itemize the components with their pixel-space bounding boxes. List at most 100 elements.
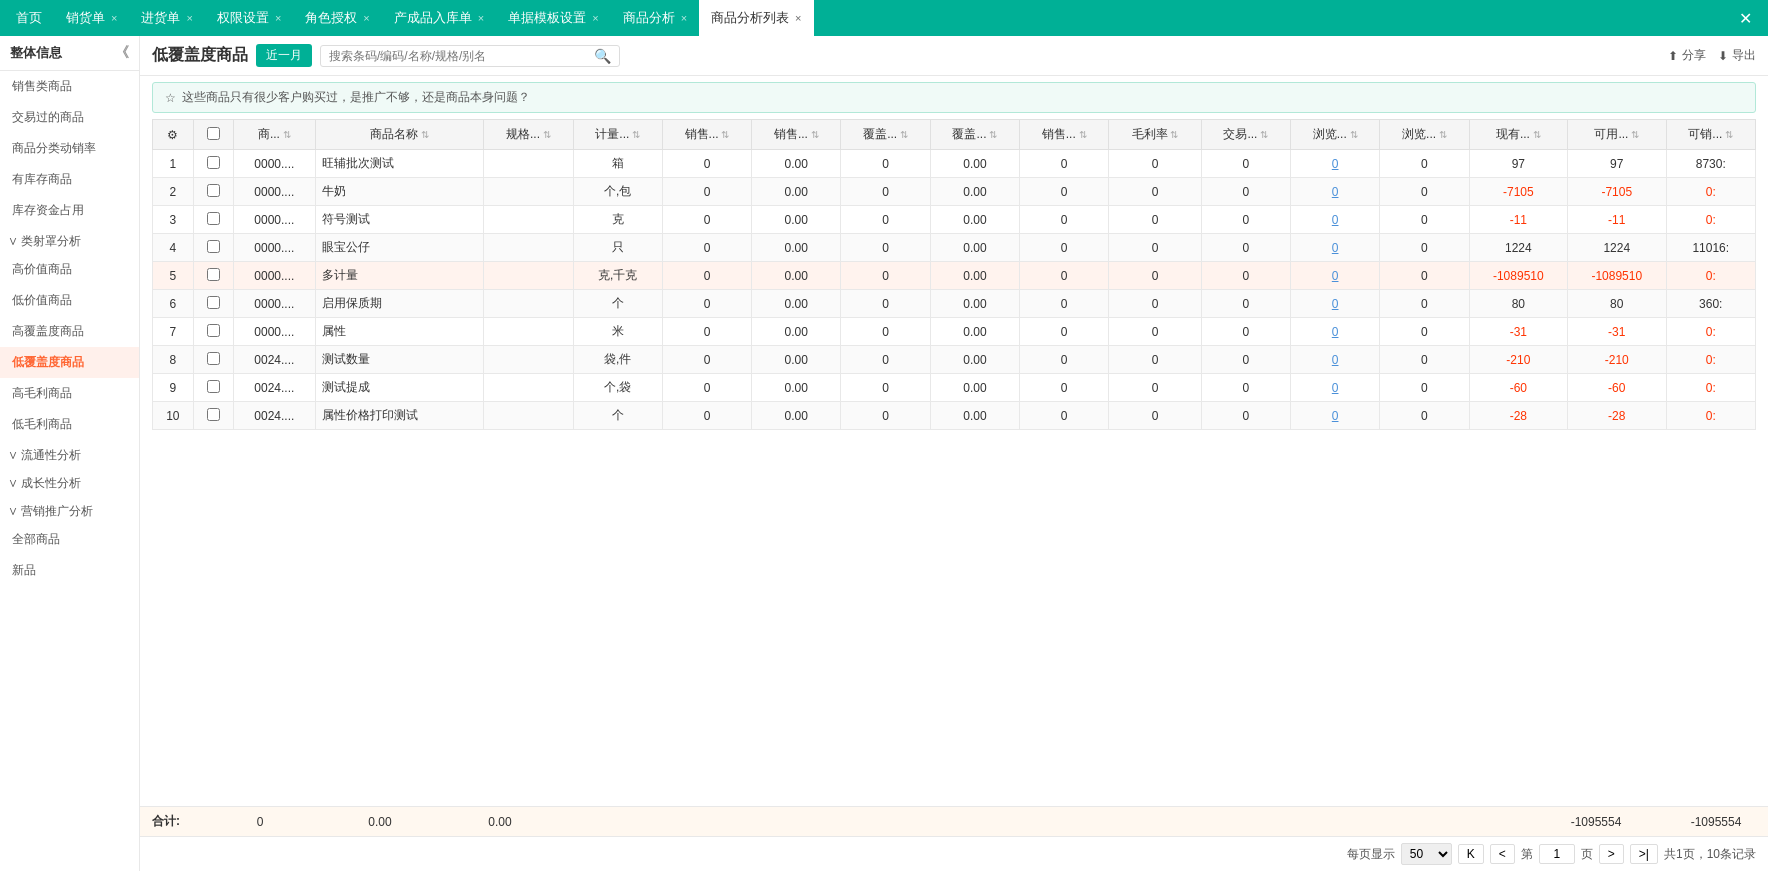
view-link[interactable]: 0 <box>1332 325 1339 339</box>
tab-close-icon[interactable]: × <box>681 12 687 24</box>
row-select-checkbox[interactable] <box>207 324 220 337</box>
row-select-checkbox[interactable] <box>207 240 220 253</box>
nav-tab-角色授权[interactable]: 角色授权× <box>293 0 381 36</box>
th-name[interactable]: 商品名称 ⇅ <box>315 120 483 150</box>
view-link[interactable]: 0 <box>1332 409 1339 423</box>
row-view1[interactable]: 0 <box>1291 290 1380 318</box>
sidebar-group-12[interactable]: ∨ 流通性分析 <box>0 440 139 468</box>
nav-tab-进货单[interactable]: 进货单× <box>129 0 204 36</box>
share-button[interactable]: ⬆ 分享 <box>1668 47 1706 64</box>
row-select-checkbox[interactable] <box>207 212 220 225</box>
sidebar-item-15[interactable]: 全部商品 <box>0 524 139 555</box>
row-select-checkbox[interactable] <box>207 296 220 309</box>
view-link[interactable]: 0 <box>1332 157 1339 171</box>
view-link[interactable]: 0 <box>1332 381 1339 395</box>
th-sales2[interactable]: 销售... ⇅ <box>752 120 841 150</box>
row-select-checkbox[interactable] <box>207 268 220 281</box>
th-sales1[interactable]: 销售... ⇅ <box>662 120 751 150</box>
nav-tab-商品分析列表[interactable]: 商品分析列表× <box>699 0 813 36</box>
view-link[interactable]: 0 <box>1332 213 1339 227</box>
sidebar-group-5[interactable]: ∨ 类射罩分析 <box>0 226 139 254</box>
view-link[interactable]: 0 <box>1332 353 1339 367</box>
row-view1[interactable]: 0 <box>1291 318 1380 346</box>
export-button[interactable]: ⬇ 导出 <box>1718 47 1756 64</box>
tab-close-icon[interactable]: × <box>592 12 598 24</box>
view-link[interactable]: 0 <box>1332 297 1339 311</box>
tab-close-icon[interactable]: × <box>111 12 117 24</box>
row-select-checkbox[interactable] <box>207 408 220 421</box>
row-code: 0000.... <box>233 178 315 206</box>
th-view1[interactable]: 浏览... ⇅ <box>1291 120 1380 150</box>
th-code[interactable]: 商... ⇅ <box>233 120 315 150</box>
tab-close-icon[interactable]: × <box>795 12 801 24</box>
tab-close-icon[interactable]: × <box>478 12 484 24</box>
window-close-button[interactable]: ✕ <box>1727 9 1764 28</box>
sidebar-item-11[interactable]: 低毛利商品 <box>0 409 139 440</box>
th-sales3[interactable]: 销售... ⇅ <box>1020 120 1109 150</box>
row-view1[interactable]: 0 <box>1291 402 1380 430</box>
search-input[interactable] <box>329 49 594 63</box>
sidebar-collapse-button[interactable]: 《 <box>115 44 129 62</box>
row-select-checkbox[interactable] <box>207 380 220 393</box>
tab-close-icon[interactable]: × <box>186 12 192 24</box>
sidebar-item-0[interactable]: 销售类商品 <box>0 71 139 102</box>
th-stock2[interactable]: 可用... ⇅ <box>1568 120 1666 150</box>
th-spec[interactable]: 规格... ⇅ <box>484 120 573 150</box>
current-page-input[interactable] <box>1539 844 1575 864</box>
th-cover1[interactable]: 覆盖... ⇅ <box>841 120 930 150</box>
row-view1[interactable]: 0 <box>1291 374 1380 402</box>
sidebar-item-10[interactable]: 高毛利商品 <box>0 378 139 409</box>
th-stock1[interactable]: 现有... ⇅ <box>1469 120 1567 150</box>
tab-close-icon[interactable]: × <box>275 12 281 24</box>
sidebar-group-13[interactable]: ∨ 成长性分析 <box>0 468 139 496</box>
sidebar-item-16[interactable]: 新品 <box>0 555 139 586</box>
nav-tab-首页[interactable]: 首页 <box>4 0 54 36</box>
th-settings[interactable]: ⚙ <box>153 120 194 150</box>
th-view2[interactable]: 浏览... ⇅ <box>1380 120 1469 150</box>
sidebar-group-14[interactable]: ∨ 营销推广分析 <box>0 496 139 524</box>
row-sales2: 0.00 <box>752 374 841 402</box>
prev-page-button[interactable]: < <box>1490 844 1515 864</box>
sidebar-item-6[interactable]: 高价值商品 <box>0 254 139 285</box>
th-unit[interactable]: 计量... ⇅ <box>573 120 662 150</box>
table-container[interactable]: ⚙商... ⇅商品名称 ⇅规格... ⇅计量... ⇅销售... ⇅销售... … <box>140 119 1768 806</box>
row-view1[interactable]: 0 <box>1291 262 1380 290</box>
view-link[interactable]: 0 <box>1332 241 1339 255</box>
th-stock3[interactable]: 可销... ⇅ <box>1666 120 1756 150</box>
page-size-select[interactable]: 2050100200 <box>1401 843 1452 865</box>
nav-tab-单据模板设置[interactable]: 单据模板设置× <box>496 0 610 36</box>
sidebar-item-4[interactable]: 库存资金占用 <box>0 195 139 226</box>
view-link[interactable]: 0 <box>1332 269 1339 283</box>
last-page-button[interactable]: >| <box>1630 844 1658 864</box>
nav-tab-权限设置[interactable]: 权限设置× <box>205 0 293 36</box>
nav-tab-商品分析[interactable]: 商品分析× <box>611 0 699 36</box>
row-view1[interactable]: 0 <box>1291 346 1380 374</box>
row-view1[interactable]: 0 <box>1291 178 1380 206</box>
row-select-checkbox[interactable] <box>207 156 220 169</box>
sidebar-item-7[interactable]: 低价值商品 <box>0 285 139 316</box>
th-cover2[interactable]: 覆盖... ⇅ <box>930 120 1019 150</box>
select-all-checkbox[interactable] <box>207 127 220 140</box>
sidebar-item-1[interactable]: 交易过的商品 <box>0 102 139 133</box>
first-page-button[interactable]: K <box>1458 844 1484 864</box>
row-view1[interactable]: 0 <box>1291 150 1380 178</box>
view-link[interactable]: 0 <box>1332 185 1339 199</box>
nav-tab-产成品入库单[interactable]: 产成品入库单× <box>382 0 496 36</box>
row-gross: 0 <box>1109 262 1201 290</box>
header-actions: ⬆ 分享 ⬇ 导出 <box>1668 47 1756 64</box>
sidebar-item-3[interactable]: 有库存商品 <box>0 164 139 195</box>
row-select-checkbox[interactable] <box>207 184 220 197</box>
row-select-checkbox[interactable] <box>207 352 220 365</box>
next-page-button[interactable]: > <box>1599 844 1624 864</box>
row-view1[interactable]: 0 <box>1291 234 1380 262</box>
time-filter-button[interactable]: 近一月 <box>256 44 312 67</box>
sidebar-item-2[interactable]: 商品分类动销率 <box>0 133 139 164</box>
sidebar-item-9[interactable]: 低覆盖度商品 <box>0 347 139 378</box>
tab-close-icon[interactable]: × <box>363 12 369 24</box>
row-view1[interactable]: 0 <box>1291 206 1380 234</box>
th-grossRate[interactable]: 毛利率 ⇅ <box>1109 120 1201 150</box>
th-trade[interactable]: 交易... ⇅ <box>1201 120 1290 150</box>
nav-tab-销货单[interactable]: 销货单× <box>54 0 129 36</box>
row-sales1: 0 <box>662 346 751 374</box>
sidebar-item-8[interactable]: 高覆盖度商品 <box>0 316 139 347</box>
